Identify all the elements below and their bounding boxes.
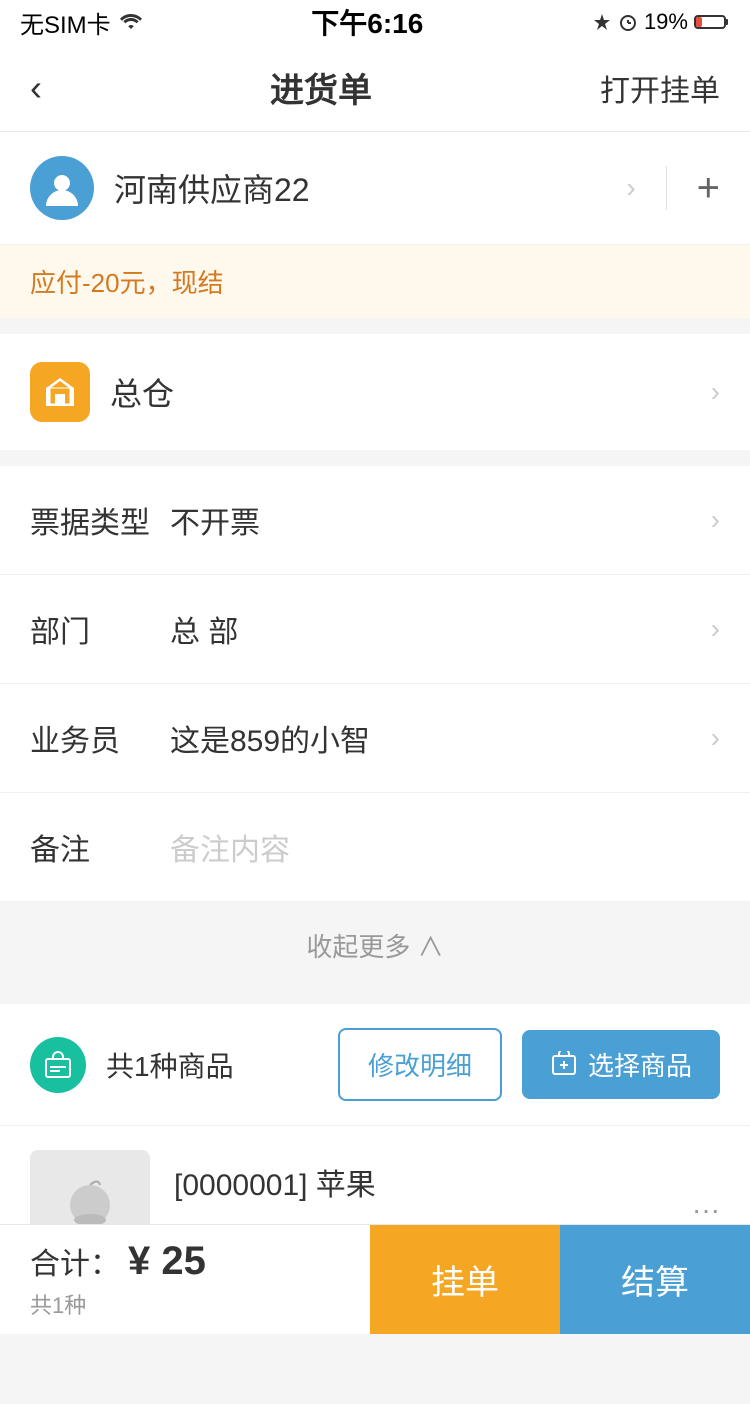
status-time: 下午6:16: [311, 2, 423, 42]
product-name: [0000001] 苹果: [174, 1160, 668, 1204]
status-carrier: 无SIM卡: [20, 5, 143, 40]
remark-label: 备注: [30, 825, 170, 869]
total-main: 合计： ¥ 25: [30, 1239, 340, 1284]
supplier-chevron-icon: ›: [626, 172, 635, 204]
pending-button[interactable]: 挂单: [370, 1225, 560, 1334]
staff-value: 这是859的小智: [170, 716, 711, 760]
total-amount: ¥ 25: [128, 1239, 206, 1284]
edit-detail-button[interactable]: 修改明细: [338, 1028, 502, 1101]
dept-label: 部门: [30, 607, 170, 651]
warehouse-name: 总仓: [110, 369, 711, 415]
wifi-icon: [119, 13, 143, 31]
invoice-chevron-icon: ›: [711, 504, 720, 536]
dept-value: 总 部: [170, 607, 711, 651]
remark-row[interactable]: 备注 备注内容: [0, 793, 750, 901]
staff-chevron-icon: ›: [711, 722, 720, 754]
dept-row[interactable]: 部门 总 部 ›: [0, 575, 750, 684]
total-sub: 共1种: [30, 1288, 340, 1320]
supplier-section: 河南供应商22 › + 应付-20元，现结: [0, 132, 750, 318]
content: 河南供应商22 › + 应付-20元，现结 总仓 › 票据类型 不开票 ›: [0, 132, 750, 1404]
status-right: 19%: [592, 9, 730, 35]
warehouse-section: 总仓 ›: [0, 334, 750, 450]
form-section: 票据类型 不开票 › 部门 总 部 › 业务员 这是859的小智 › 备注 备注…: [0, 466, 750, 901]
remark-placeholder: 备注内容: [170, 825, 720, 869]
invoice-label: 票据类型: [30, 498, 170, 542]
select-product-icon: [550, 1051, 578, 1079]
warehouse-row[interactable]: 总仓 ›: [0, 334, 750, 450]
select-product-button[interactable]: 选择商品: [522, 1030, 720, 1099]
warehouse-chevron-icon: ›: [711, 376, 720, 408]
status-bar: 无SIM卡 下午6:16 19%: [0, 0, 750, 44]
invoice-row[interactable]: 票据类型 不开票 ›: [0, 466, 750, 575]
bottom-bar: 合计： ¥ 25 共1种 挂单 结算: [0, 1224, 750, 1334]
dept-chevron-icon: ›: [711, 613, 720, 645]
battery-icon: [694, 13, 730, 31]
back-button[interactable]: ‹: [30, 67, 42, 109]
supplier-row[interactable]: 河南供应商22 › +: [0, 132, 750, 245]
product-count: 共1种商品: [106, 1045, 318, 1085]
page-title: 进货单: [270, 63, 372, 112]
staff-label: 业务员: [30, 716, 170, 760]
supplier-avatar: [30, 156, 94, 220]
nav-bar: ‹ 进货单 打开挂单: [0, 44, 750, 132]
checkout-button[interactable]: 结算: [560, 1225, 750, 1334]
supplier-name: 河南供应商22: [114, 165, 626, 211]
staff-row[interactable]: 业务员 这是859的小智 ›: [0, 684, 750, 793]
total-section: 合计： ¥ 25 共1种: [0, 1225, 370, 1334]
warehouse-icon: [30, 362, 90, 422]
supplier-add-button[interactable]: +: [697, 166, 720, 211]
product-more-button[interactable]: ···: [692, 1194, 720, 1226]
open-pending-button[interactable]: 打开挂单: [600, 66, 720, 110]
invoice-value: 不开票: [170, 498, 711, 542]
products-header: 共1种商品 修改明细 选择商品: [0, 1004, 750, 1126]
total-label: 合计：: [30, 1239, 120, 1283]
collapse-bar[interactable]: 收起更多 ∧: [0, 903, 750, 988]
supplier-divider: [666, 166, 667, 210]
supplier-notice: 应付-20元，现结: [0, 245, 750, 318]
product-icon: [30, 1037, 86, 1093]
location-icon: [592, 12, 612, 32]
alarm-icon: [618, 12, 638, 32]
